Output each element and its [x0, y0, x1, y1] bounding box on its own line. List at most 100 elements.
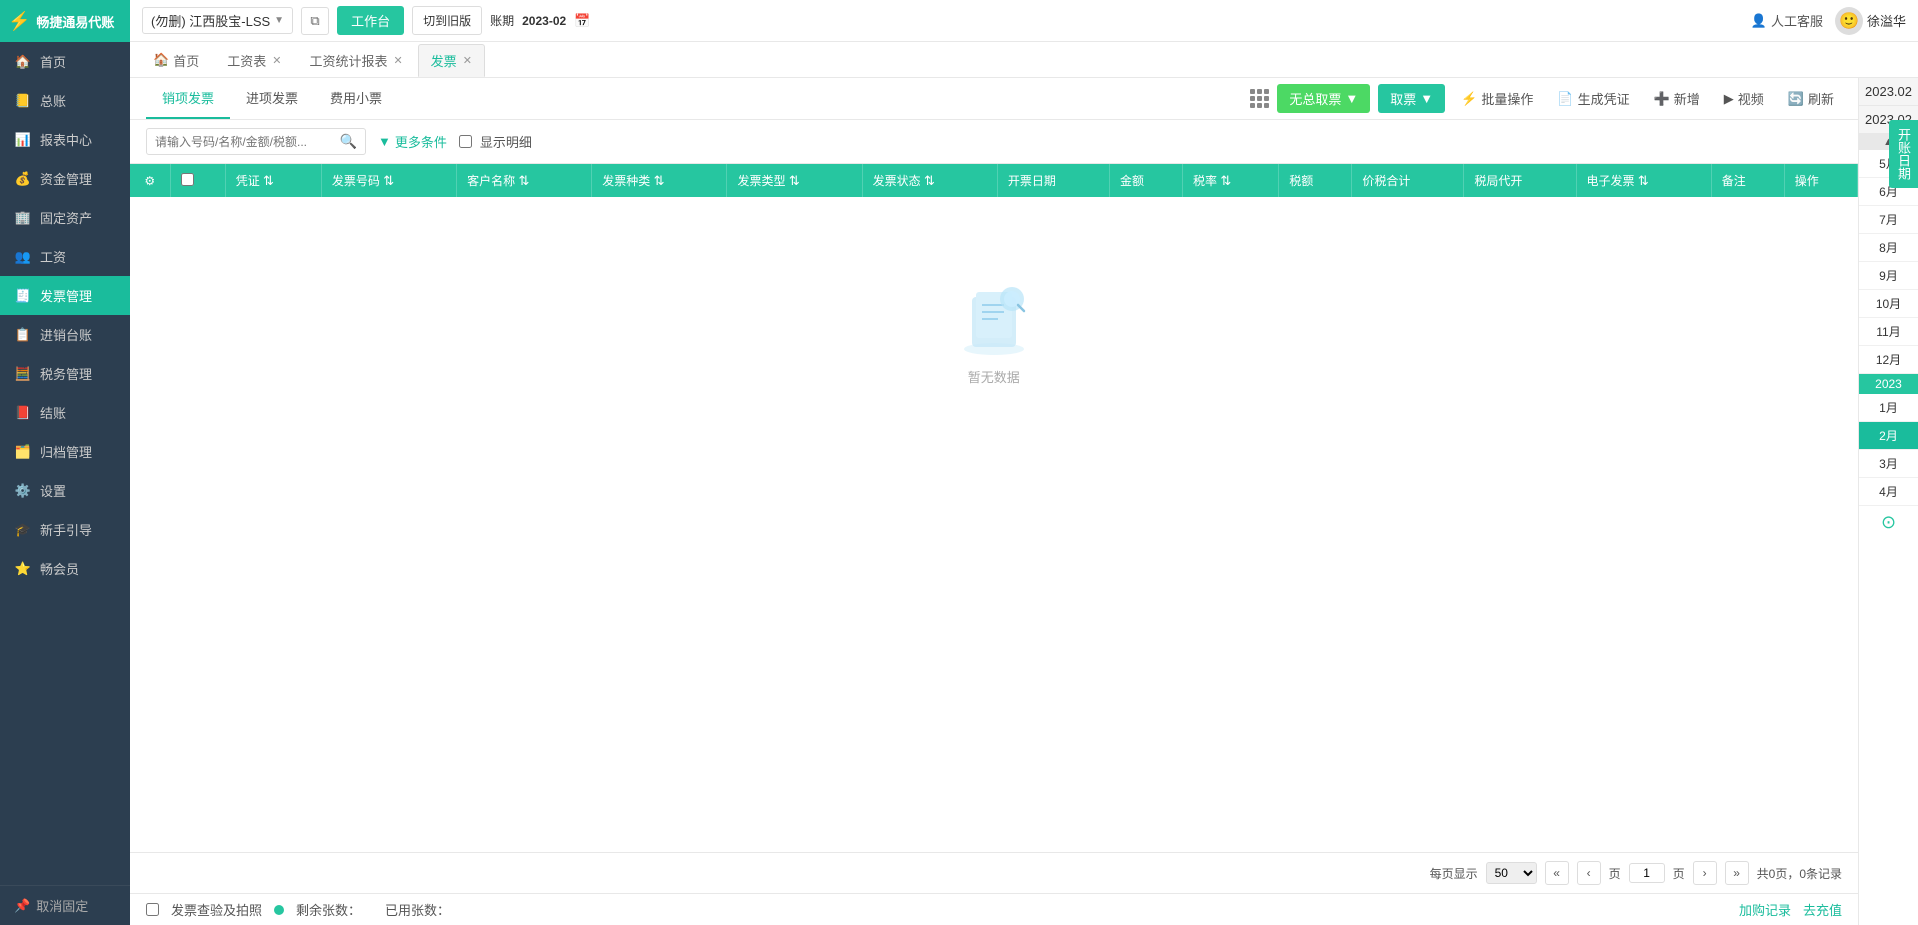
sidebar-item-archive[interactable]: 🗂️ 归档管理 [0, 432, 130, 471]
col-invoice-type1[interactable]: 发票种类 ⇅ [592, 164, 727, 197]
month-2022-9[interactable]: 9月 [1859, 262, 1918, 290]
col-amount[interactable]: 金额 [1109, 164, 1182, 197]
sidebar-item-tax[interactable]: 🧮 税务管理 [0, 354, 130, 393]
company-selector[interactable]: (勿删) 江西股宝-LSS ▼ [142, 7, 293, 34]
sidebar-item-reports[interactable]: 📊 报表中心 [0, 120, 130, 159]
month-2023-3[interactable]: 3月 [1859, 450, 1918, 478]
more-filters-button[interactable]: ▼ 更多条件 [378, 132, 447, 151]
sidebar-item-home[interactable]: 🏠 首页 [0, 42, 130, 81]
month-2022-8[interactable]: 8月 [1859, 234, 1918, 262]
new-button[interactable]: ➕ 新增 [1646, 84, 1708, 113]
month-2022-10[interactable]: 10月 [1859, 290, 1918, 318]
col-customer[interactable]: 客户名称 ⇅ [457, 164, 592, 197]
gen-voucher-button[interactable]: 📄 生成凭证 [1549, 84, 1637, 113]
batch-ops-button[interactable]: ⚡ 批量操作 [1453, 84, 1541, 113]
sidebar-item-assets[interactable]: 🏢 固定资产 [0, 198, 130, 237]
sort-icon: ⇅ [789, 173, 800, 188]
sidebar-item-vip[interactable]: ⭐ 畅会员 [0, 549, 130, 588]
invoice-check-checkbox[interactable] [146, 903, 159, 916]
month-2022-12[interactable]: 12月 [1859, 346, 1918, 374]
month-2022-11[interactable]: 11月 [1859, 318, 1918, 346]
col-checkbox[interactable] [170, 164, 225, 197]
pagination: 每页显示 50 100 200 « ‹ 页 页 › » 共0页，0条记录 [130, 852, 1858, 893]
sidebar-item-salary[interactable]: 👥 工资 [0, 237, 130, 276]
col-tax-bureau[interactable]: 税局代开 [1464, 164, 1576, 197]
copy-button[interactable]: ⧉ [301, 7, 329, 35]
col-invoice-type2[interactable]: 发票类型 ⇅ [727, 164, 862, 197]
open-period-button[interactable]: 开账日期 [1889, 120, 1918, 188]
logo-icon: ⚡ [8, 11, 30, 32]
workspace-button[interactable]: 工作台 [337, 6, 404, 35]
tab-invoice[interactable]: 发票 ✕ [418, 44, 485, 77]
sidebar-item-funds[interactable]: 💰 资金管理 [0, 159, 130, 198]
chevron-down-icon: ▼ [274, 15, 284, 26]
tab-salary-close[interactable]: ✕ [272, 54, 281, 67]
subtab-expense-receipt[interactable]: 费用小票 [314, 78, 398, 119]
sidebar-item-settings[interactable]: ⚙️ 设置 [0, 471, 130, 510]
add-record-link[interactable]: 加购记录 [1739, 900, 1791, 919]
tab-salary-report[interactable]: 工资统计报表 ✕ [296, 44, 415, 76]
col-action[interactable]: 操作 [1784, 164, 1857, 197]
subtab-sales-label: 销项发票 [162, 91, 214, 106]
grid-view-icon[interactable] [1250, 89, 1269, 108]
month-2023-2[interactable]: 2月 [1859, 422, 1918, 450]
tab-home[interactable]: 🏠 首页 [140, 44, 212, 76]
tab-salary-report-close[interactable]: ✕ [393, 54, 402, 67]
col-invoice-no[interactable]: 发票号码 ⇅ [321, 164, 456, 197]
tab-invoice-close[interactable]: ✕ [463, 54, 472, 67]
logo-text: 畅捷通易代账 [36, 12, 114, 31]
tab-salary-label: 工资表 [227, 51, 266, 70]
video-button[interactable]: ▶ 视频 [1716, 84, 1772, 113]
sidebar-item-close-book[interactable]: 📕 结账 [0, 393, 130, 432]
month-2023-1[interactable]: 1月 [1859, 394, 1918, 422]
sidebar-unpin-button[interactable]: 📌 取消固定 [0, 885, 130, 925]
col-settings[interactable]: ⚙ [130, 164, 170, 197]
sidebar-item-label: 工资 [40, 247, 66, 266]
refresh-button[interactable]: 🔄 刷新 [1780, 84, 1842, 113]
calendar-icon[interactable]: 📅 [574, 13, 590, 29]
col-voucher[interactable]: 凭证 ⇅ [225, 164, 321, 197]
col-remark[interactable]: 备注 [1711, 164, 1784, 197]
page-size-select[interactable]: 50 100 200 [1486, 862, 1537, 884]
tab-salary[interactable]: 工资表 ✕ [214, 44, 294, 76]
service-button[interactable]: 👤 人工客服 [1751, 11, 1823, 30]
get-invoice-button[interactable]: 取票 ▼ [1378, 84, 1445, 113]
col-e-invoice[interactable]: 电子发票 ⇅ [1576, 164, 1711, 197]
page-input[interactable] [1629, 863, 1665, 883]
go-purchase-link[interactable]: 去充值 [1803, 900, 1842, 919]
col-status[interactable]: 发票状态 ⇅ [862, 164, 997, 197]
no-invoice-button[interactable]: 无总取票 ▼ [1277, 84, 1370, 113]
switch-version-button[interactable]: 切到旧版 [412, 6, 482, 35]
subtab-sales-invoice[interactable]: 销项发票 [146, 78, 230, 119]
sidebar-item-guide[interactable]: 🎓 新手引导 [0, 510, 130, 549]
col-date[interactable]: 开票日期 [997, 164, 1109, 197]
show-detail-check[interactable] [459, 135, 472, 148]
prev-page-button[interactable]: ‹ [1577, 861, 1601, 885]
year-2023-header[interactable]: 2023 [1859, 374, 1918, 394]
total-label: 共0页，0条记录 [1757, 865, 1842, 882]
first-page-button[interactable]: « [1545, 861, 1569, 885]
filter-icon: ▼ [378, 134, 391, 149]
user-info[interactable]: 🙂 徐溢华 [1835, 7, 1906, 35]
sidebar-item-invoice-mgmt[interactable]: 🧾 发票管理 [0, 276, 130, 315]
select-all-checkbox[interactable] [181, 173, 194, 186]
avatar-icon: 🙂 [1839, 11, 1859, 31]
home-icon: 🏠 [14, 53, 32, 71]
sidebar-item-sales-ledger[interactable]: 📋 进销台账 [0, 315, 130, 354]
date-panel-collapse-icon[interactable]: ⊙ [1881, 512, 1896, 533]
sidebar-item-label: 新手引导 [40, 520, 92, 539]
next-page-button[interactable]: › [1693, 861, 1717, 885]
col-tax-rate[interactable]: 税率 ⇅ [1183, 164, 1279, 197]
sidebar-item-ledger[interactable]: 📒 总账 [0, 81, 130, 120]
show-detail-checkbox[interactable]: 显示明细 [459, 132, 532, 151]
search-input[interactable] [155, 135, 334, 149]
tax-icon: 🧮 [14, 365, 32, 383]
last-page-button[interactable]: » [1725, 861, 1749, 885]
month-2023-4[interactable]: 4月 [1859, 478, 1918, 506]
date-panel-header1[interactable]: 2023.02 [1859, 78, 1918, 106]
col-tax[interactable]: 税额 [1279, 164, 1352, 197]
month-2022-7[interactable]: 7月 [1859, 206, 1918, 234]
subtabs: 销项发票 进项发票 费用小票 无总取票 [130, 78, 1858, 120]
subtab-purchase-invoice[interactable]: 进项发票 [230, 78, 314, 119]
col-total[interactable]: 价税合计 [1352, 164, 1464, 197]
